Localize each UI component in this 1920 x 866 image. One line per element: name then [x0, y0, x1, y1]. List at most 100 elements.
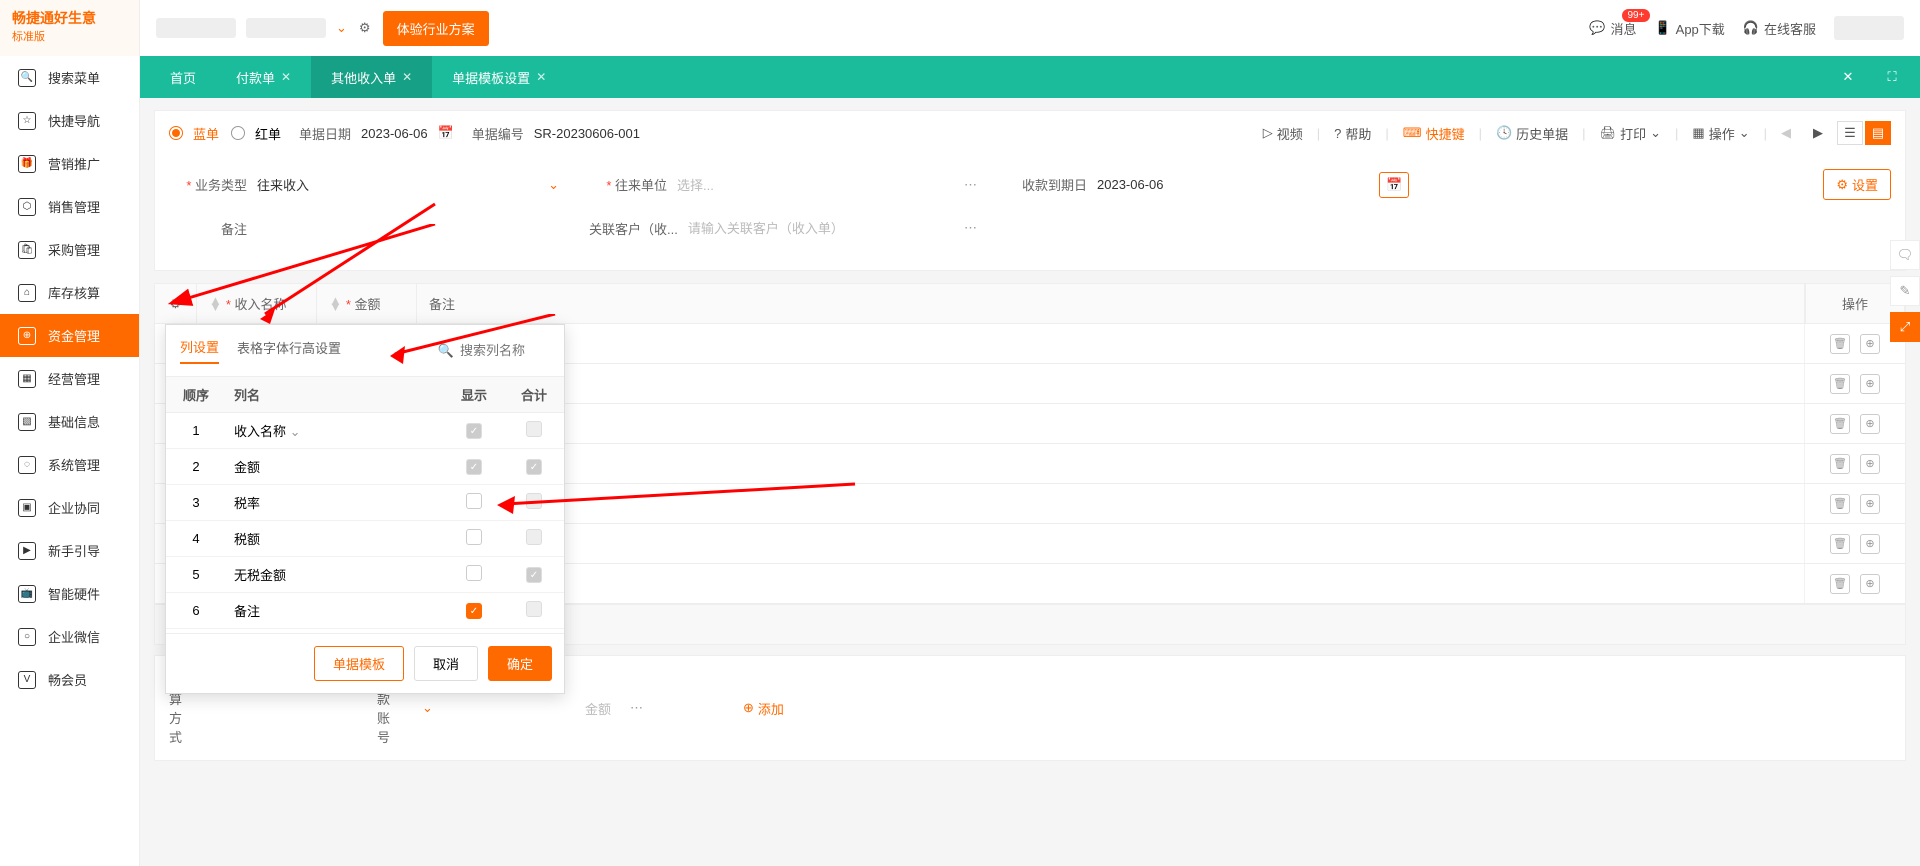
delete-row-icon[interactable]: 🗑: [1830, 454, 1850, 474]
delete-row-icon[interactable]: 🗑: [1830, 414, 1850, 434]
sum-checkbox[interactable]: [526, 529, 542, 545]
popup-tab-columns[interactable]: 列设置: [180, 337, 219, 364]
nav-icon: 🔍: [18, 69, 36, 87]
close-icon[interactable]: ✕: [281, 70, 291, 84]
video-link[interactable]: ▷视频: [1255, 124, 1311, 143]
settings-button[interactable]: ⚙设置: [1823, 169, 1891, 200]
trial-button[interactable]: 体验行业方案: [383, 11, 489, 46]
template-button[interactable]: 单据模板: [314, 646, 404, 681]
tab-0[interactable]: 首页: [150, 56, 216, 98]
sidebar-item-8[interactable]: ▧基础信息: [0, 400, 139, 443]
view-card[interactable]: ▤: [1865, 121, 1891, 145]
calendar-icon[interactable]: 📅: [438, 125, 454, 141]
tab-1[interactable]: 付款单✕: [216, 56, 311, 98]
sum-checkbox[interactable]: [526, 459, 542, 475]
popup-tab-font[interactable]: 表格字体行高设置: [237, 338, 341, 363]
doc-number: SR-20230606-001: [534, 126, 640, 141]
due-date[interactable]: 2023-06-06: [1097, 173, 1349, 197]
sidebar-item-10[interactable]: ▣企业协同: [0, 486, 139, 529]
org-selector[interactable]: ⌄: [156, 18, 347, 38]
user-avatar[interactable]: [1834, 16, 1904, 40]
popup-search-input[interactable]: [460, 343, 550, 358]
copy-row-icon[interactable]: ⊕: [1860, 334, 1880, 354]
calendar-icon[interactable]: 📅: [1379, 172, 1409, 198]
more-icon[interactable]: ⋯: [964, 177, 979, 193]
column-settings-gear[interactable]: ⚙: [155, 284, 197, 323]
sidebar-item-0[interactable]: 🔍搜索菜单: [0, 56, 139, 99]
copy-row-icon[interactable]: ⊕: [1860, 574, 1880, 594]
float-note-icon[interactable]: 🗨: [1890, 240, 1920, 270]
sidebar-item-2[interactable]: 🎁营销推广: [0, 142, 139, 185]
grid-icon: ▦: [1692, 125, 1704, 141]
sidebar-item-7[interactable]: ▦经营管理: [0, 357, 139, 400]
biz-type-select[interactable]: 往来收入: [257, 171, 538, 199]
blue-radio[interactable]: 蓝单: [169, 124, 219, 143]
tab-2[interactable]: 其他收入单✕: [311, 56, 432, 98]
show-checkbox[interactable]: [466, 565, 482, 581]
close-icon[interactable]: ✕: [402, 70, 412, 84]
more-icon[interactable]: ⋯: [964, 220, 979, 236]
sum-checkbox[interactable]: [526, 601, 542, 617]
fullscreen-button[interactable]: ⛶: [1874, 56, 1910, 98]
copy-row-icon[interactable]: ⊕: [1860, 454, 1880, 474]
app-download-button[interactable]: 📱 App下载: [1654, 19, 1724, 38]
nav-icon: ⌂: [18, 284, 36, 302]
view-list[interactable]: ☰: [1837, 121, 1863, 145]
confirm-button[interactable]: 确定: [488, 646, 552, 681]
show-checkbox[interactable]: [466, 529, 482, 545]
copy-row-icon[interactable]: ⊕: [1860, 414, 1880, 434]
customer-service-button[interactable]: 🎧 在线客服: [1743, 19, 1816, 38]
add-row-button[interactable]: ⊕添加: [743, 699, 784, 718]
chevron-down-icon[interactable]: ⌄: [548, 177, 559, 193]
sidebar-item-5[interactable]: ⌂库存核算: [0, 271, 139, 314]
unit-select[interactable]: 选择...: [677, 171, 954, 199]
red-radio[interactable]: 红单: [231, 124, 281, 143]
float-edit-icon[interactable]: ✎: [1890, 276, 1920, 306]
chat-icon: 💬: [1589, 20, 1605, 36]
sidebar-item-11[interactable]: ▶新手引导: [0, 529, 139, 572]
cancel-button[interactable]: 取消: [414, 646, 478, 681]
next-doc[interactable]: ▶: [1805, 125, 1831, 141]
sidebar-item-1[interactable]: ☆快捷导航: [0, 99, 139, 142]
copy-row-icon[interactable]: ⊕: [1860, 494, 1880, 514]
show-checkbox[interactable]: [466, 603, 482, 619]
related-customer-input[interactable]: 请输入关联客户（收入单）: [688, 214, 954, 242]
messages-button[interactable]: 💬 消息 99+: [1589, 19, 1636, 38]
sidebar-item-3[interactable]: ⬡销售管理: [0, 185, 139, 228]
close-icon[interactable]: ✕: [536, 70, 546, 84]
delete-row-icon[interactable]: 🗑: [1830, 494, 1850, 514]
sum-checkbox[interactable]: [526, 421, 542, 437]
show-checkbox[interactable]: [466, 493, 482, 509]
chevron-down-icon[interactable]: ⌄: [290, 424, 301, 439]
copy-row-icon[interactable]: ⊕: [1860, 534, 1880, 554]
delete-row-icon[interactable]: 🗑: [1830, 374, 1850, 394]
float-expand-icon[interactable]: ⤢: [1890, 312, 1920, 342]
sidebar-item-12[interactable]: 📺智能硬件: [0, 572, 139, 615]
gear-icon[interactable]: ⚙: [359, 20, 371, 36]
sum-checkbox[interactable]: [526, 493, 542, 509]
sidebar-item-9[interactable]: ◌系统管理: [0, 443, 139, 486]
doc-date[interactable]: 2023-06-06: [361, 126, 428, 141]
copy-row-icon[interactable]: ⊕: [1860, 374, 1880, 394]
sidebar-item-4[interactable]: 🛍采购管理: [0, 228, 139, 271]
remark-input[interactable]: [257, 224, 559, 233]
nav-icon: ▦: [18, 370, 36, 388]
close-all-tabs[interactable]: ✕: [1830, 56, 1866, 98]
show-checkbox[interactable]: [466, 423, 482, 439]
print-link[interactable]: 🖨打印 ⌄: [1592, 124, 1669, 143]
delete-row-icon[interactable]: 🗑: [1830, 574, 1850, 594]
delete-row-icon[interactable]: 🗑: [1830, 334, 1850, 354]
ops-link[interactable]: ▦操作 ⌄: [1684, 124, 1757, 143]
history-link[interactable]: 🕓历史单据: [1488, 124, 1576, 143]
sidebar-item-6[interactable]: ⊕资金管理: [0, 314, 139, 357]
delete-row-icon[interactable]: 🗑: [1830, 534, 1850, 554]
tab-3[interactable]: 单据模板设置✕: [432, 56, 566, 98]
sum-checkbox[interactable]: [526, 567, 542, 583]
popup-search[interactable]: 🔍: [438, 343, 550, 359]
help-link[interactable]: ?帮助: [1326, 124, 1379, 143]
show-checkbox[interactable]: [466, 459, 482, 475]
prev-doc[interactable]: ◀: [1773, 125, 1799, 141]
shortcut-link[interactable]: ⌨快捷键: [1395, 124, 1473, 143]
sidebar-item-13[interactable]: ○企业微信: [0, 615, 139, 658]
sidebar-item-14[interactable]: V畅会员: [0, 658, 139, 701]
